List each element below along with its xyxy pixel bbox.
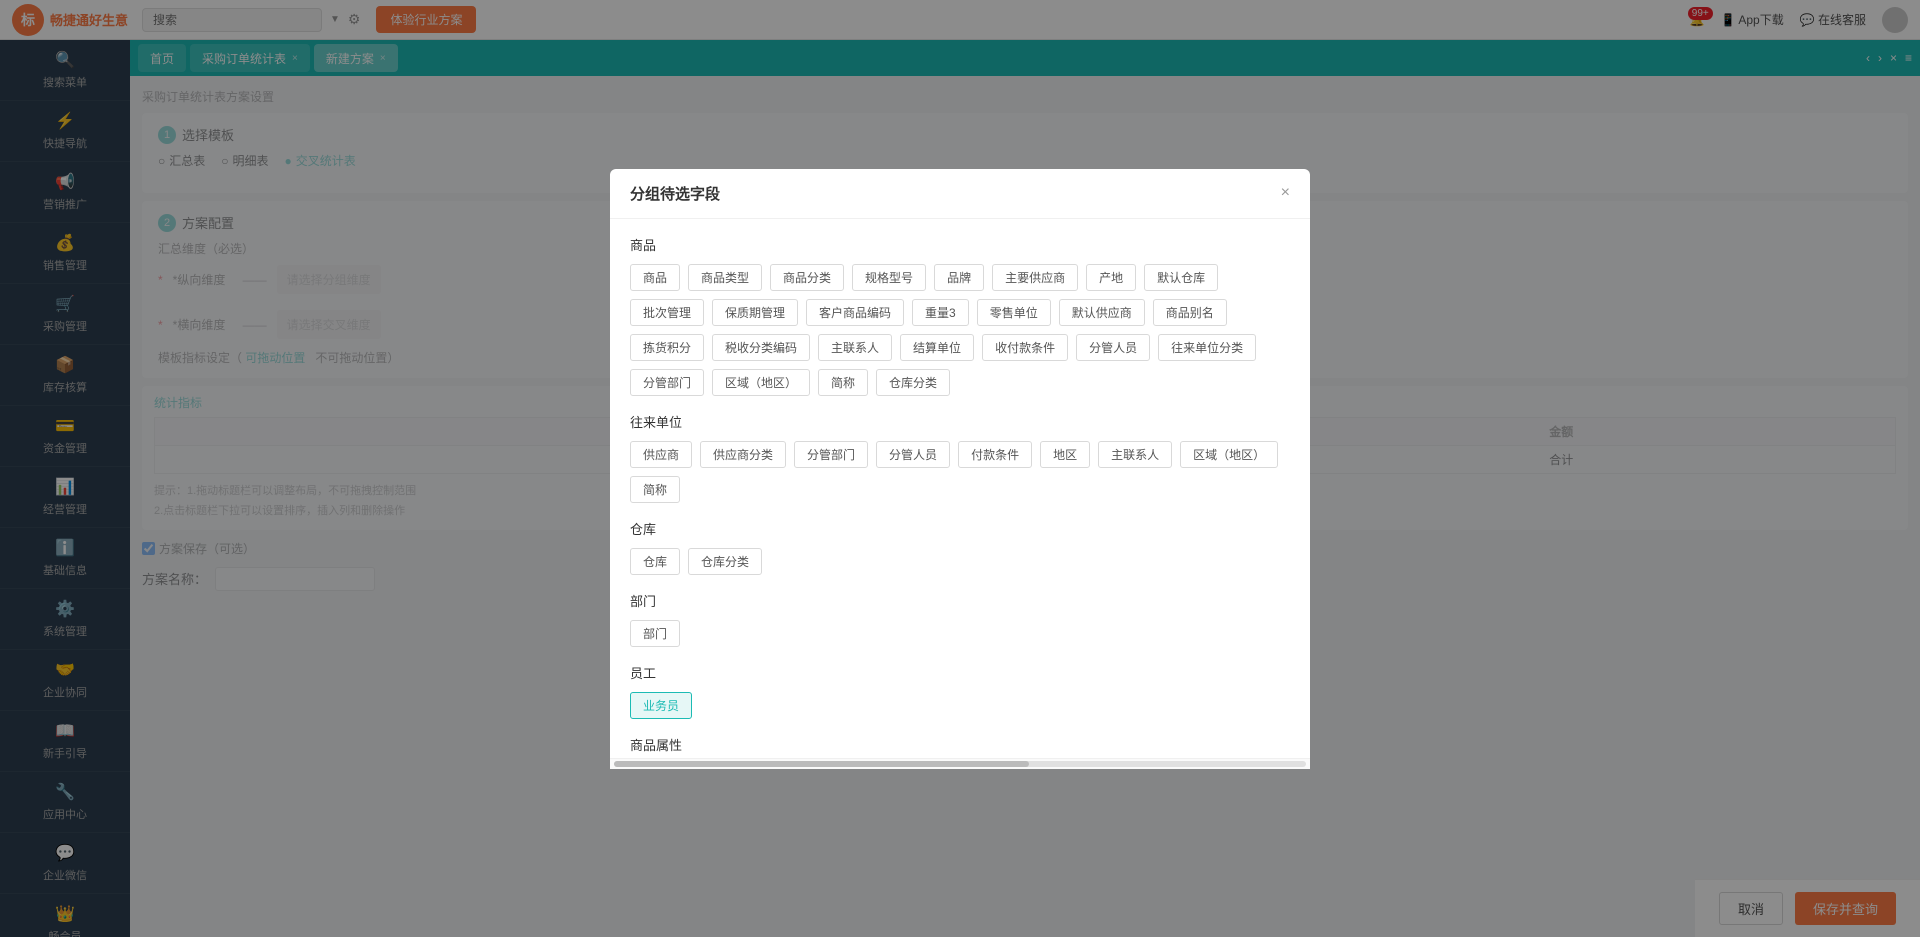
section-warehouse-tags: 仓库 仓库分类 (630, 548, 1290, 575)
section-warehouse: 仓库 仓库 仓库分类 (630, 519, 1290, 575)
section-employee-title: 员工 (630, 663, 1290, 682)
field-tag-main-supplier[interactable]: 主要供应商 (992, 264, 1078, 291)
section-party-tags: 供应商 供应商分类 分管部门 分管人员 付款条件 地区 主联系人 区域（地区） … (630, 441, 1290, 503)
field-tag-goods-alias[interactable]: 商品别名 (1153, 299, 1227, 326)
field-tag-wh-cat[interactable]: 仓库分类 (876, 369, 950, 396)
field-tag-party-region[interactable]: 区域（地区） (1180, 441, 1278, 468)
field-tag-settle-unit[interactable]: 结算单位 (900, 334, 974, 361)
field-tag-contact[interactable]: 主联系人 (1098, 441, 1172, 468)
field-tag-default-supplier[interactable]: 默认供应商 (1059, 299, 1145, 326)
field-tag-department[interactable]: 部门 (630, 620, 680, 647)
field-tag-payment-cond[interactable]: 付款条件 (958, 441, 1032, 468)
section-goods: 商品 商品 商品类型 商品分类 规格型号 品牌 主要供应商 产地 默认仓库 批次… (630, 235, 1290, 396)
field-tag-default-wh[interactable]: 默认仓库 (1144, 264, 1218, 291)
field-tag-goods-type[interactable]: 商品类型 (688, 264, 762, 291)
field-tag-payment-terms[interactable]: 收付款条件 (982, 334, 1068, 361)
section-party-title: 往来单位 (630, 412, 1290, 431)
section-employee: 员工 业务员 (630, 663, 1290, 719)
field-tag-warehouse-cat[interactable]: 仓库分类 (688, 548, 762, 575)
field-tag-supplier[interactable]: 供应商 (630, 441, 692, 468)
field-tag-spec-type[interactable]: 规格型号 (852, 264, 926, 291)
field-tag-warehouse[interactable]: 仓库 (630, 548, 680, 575)
section-warehouse-title: 仓库 (630, 519, 1290, 538)
field-tag-batch-mgmt[interactable]: 批次管理 (630, 299, 704, 326)
field-tag-pick-points[interactable]: 拣货积分 (630, 334, 704, 361)
modal-title: 分组待选字段 (630, 183, 720, 204)
section-employee-tags: 业务员 (630, 692, 1290, 719)
section-goods-tags: 商品 商品类型 商品分类 规格型号 品牌 主要供应商 产地 默认仓库 批次管理 … (630, 264, 1290, 396)
field-tag-goods[interactable]: 商品 (630, 264, 680, 291)
field-tag-abbr[interactable]: 简称 (818, 369, 868, 396)
section-goods-attr-title: 商品属性 (630, 735, 1290, 754)
field-tag-area[interactable]: 地区 (1040, 441, 1090, 468)
section-goods-attr: 商品属性 属性 颜色 多规格 尺码 鞋码 1 (630, 735, 1290, 758)
section-department-tags: 部门 (630, 620, 1290, 647)
field-tag-origin[interactable]: 产地 (1086, 264, 1136, 291)
field-tag-party-dept[interactable]: 分管部门 (794, 441, 868, 468)
hscroll-thumb (614, 761, 1029, 767)
field-tag-region[interactable]: 区域（地区） (712, 369, 810, 396)
section-department: 部门 部门 (630, 591, 1290, 647)
field-tag-party-manager[interactable]: 分管人员 (876, 441, 950, 468)
section-party: 往来单位 供应商 供应商分类 分管部门 分管人员 付款条件 地区 主联系人 区域… (630, 412, 1290, 503)
modal-body[interactable]: 商品 商品 商品类型 商品分类 规格型号 品牌 主要供应商 产地 默认仓库 批次… (610, 219, 1310, 758)
field-tag-shelf-life[interactable]: 保质期管理 (712, 299, 798, 326)
field-tag-party-cat[interactable]: 往来单位分类 (1158, 334, 1256, 361)
field-tag-weight3[interactable]: 重量3 (912, 299, 969, 326)
field-tag-party-abbr[interactable]: 简称 (630, 476, 680, 503)
field-tag-manager[interactable]: 分管人员 (1076, 334, 1150, 361)
modal-header: 分组待选字段 × (610, 169, 1310, 219)
field-tag-retail-unit[interactable]: 零售单位 (977, 299, 1051, 326)
modal-overlay: 分组待选字段 × 商品 商品 商品类型 商品分类 规格型号 品牌 主要供应商 产… (0, 0, 1920, 937)
field-tag-cust-code[interactable]: 客户商品编码 (806, 299, 904, 326)
modal-close-button[interactable]: × (1281, 184, 1290, 202)
field-tag-main-contact[interactable]: 主联系人 (818, 334, 892, 361)
field-tag-brand[interactable]: 品牌 (934, 264, 984, 291)
field-tag-supplier-cat[interactable]: 供应商分类 (700, 441, 786, 468)
field-select-modal: 分组待选字段 × 商品 商品 商品类型 商品分类 规格型号 品牌 主要供应商 产… (610, 169, 1310, 769)
field-tag-dept[interactable]: 分管部门 (630, 369, 704, 396)
section-department-title: 部门 (630, 591, 1290, 610)
field-tag-tax-code[interactable]: 税收分类编码 (712, 334, 810, 361)
modal-hscrollbar[interactable] (610, 758, 1310, 769)
field-tag-salesperson[interactable]: 业务员 (630, 692, 692, 719)
section-goods-title: 商品 (630, 235, 1290, 254)
field-tag-goods-cat[interactable]: 商品分类 (770, 264, 844, 291)
hscroll-track (614, 761, 1306, 767)
